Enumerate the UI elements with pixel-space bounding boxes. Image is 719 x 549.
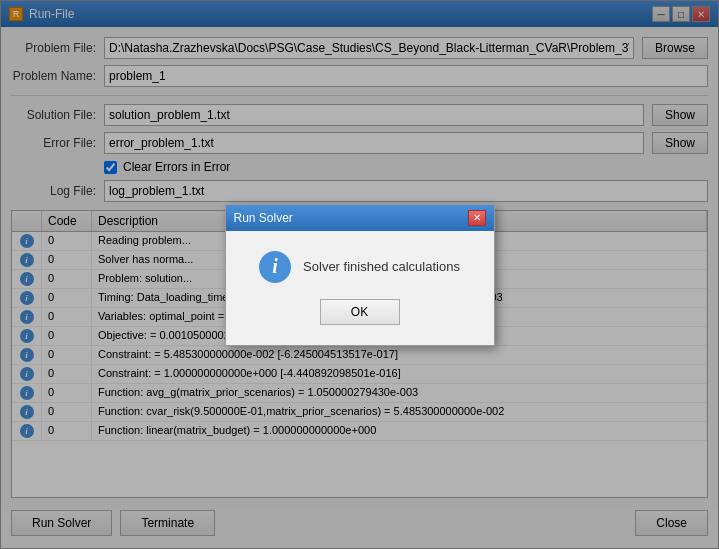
modal-title: Run Solver [234,211,293,225]
modal-message: Solver finished calculations [303,259,460,274]
modal-close-button[interactable]: ✕ [468,210,486,226]
modal-overlay: Run Solver ✕ i Solver finished calculati… [0,0,719,549]
modal-content: i Solver finished calculations OK [226,231,494,345]
run-solver-modal: Run Solver ✕ i Solver finished calculati… [225,204,495,346]
modal-message-row: i Solver finished calculations [259,251,460,283]
modal-ok-button[interactable]: OK [320,299,400,325]
modal-title-bar: Run Solver ✕ [226,205,494,231]
modal-info-icon: i [259,251,291,283]
